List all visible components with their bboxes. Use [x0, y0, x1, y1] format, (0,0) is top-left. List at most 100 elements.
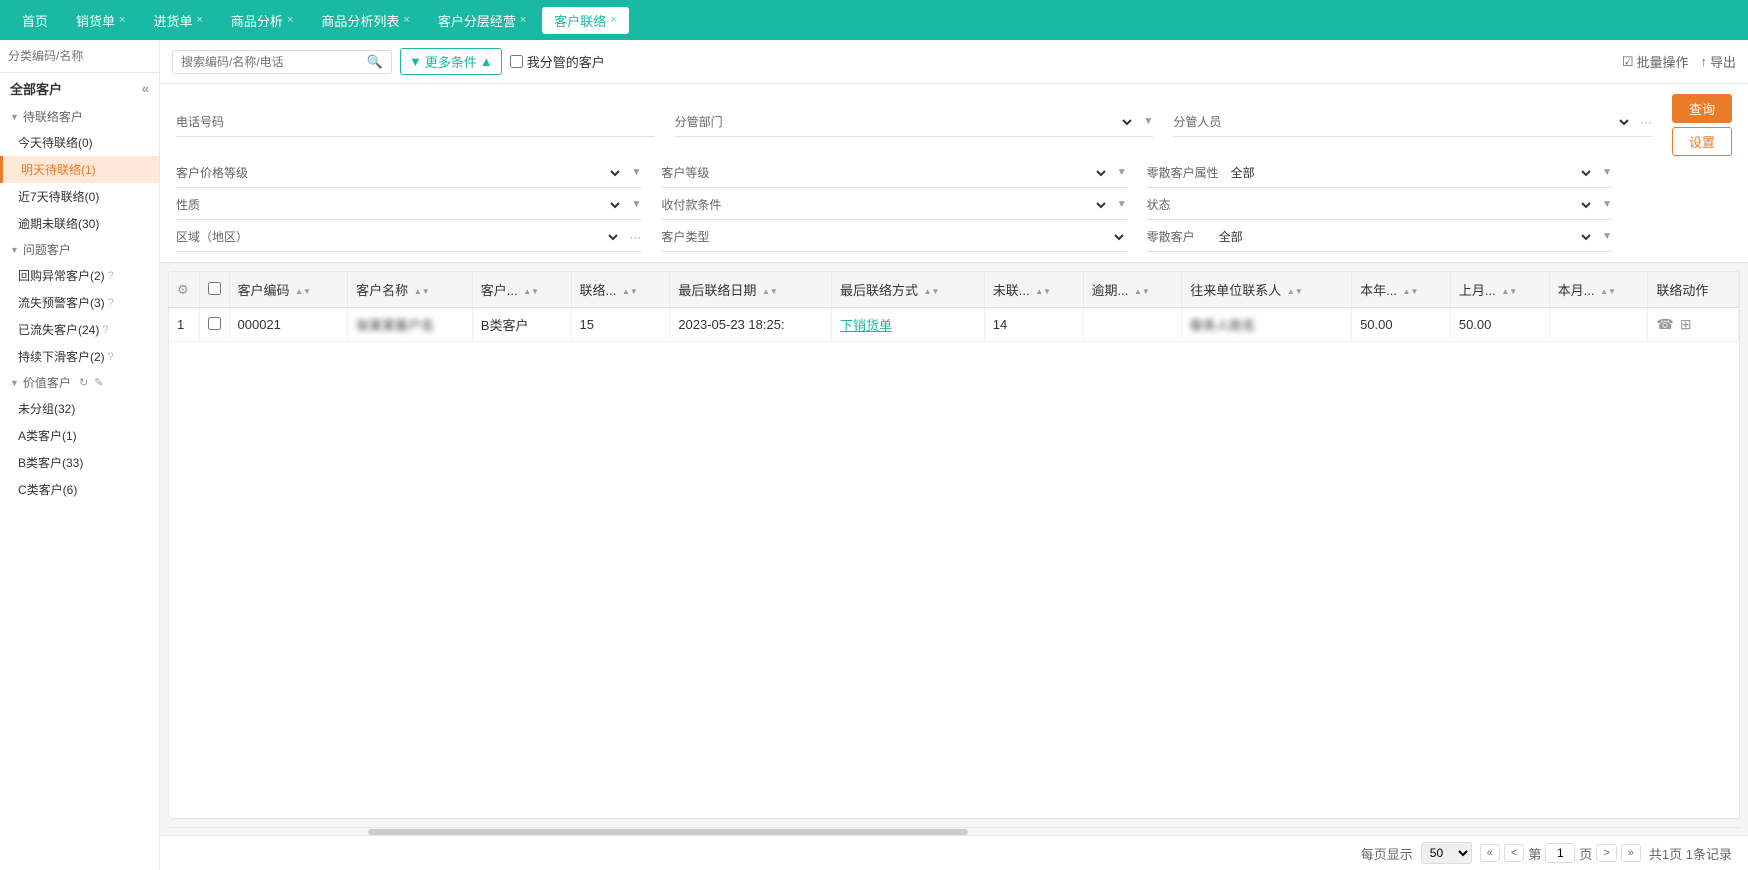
sidebar-item-tomorrow-contact[interactable]: 明天待联络(1): [0, 156, 159, 183]
sidebar-item-7day-contact[interactable]: 近7天待联络(0): [0, 183, 159, 210]
col-checkbox: [199, 272, 229, 308]
filter-retail-attr: 零散客户属性 全部 ▼: [1147, 164, 1612, 188]
cell-overdue: [1083, 308, 1182, 342]
my-customers-checkbox-label[interactable]: 我分管的客户: [510, 52, 605, 71]
sidebar-item-class-a[interactable]: A类客户(1): [0, 422, 159, 449]
nav-customer-tier[interactable]: 客户分层经营 ×: [426, 7, 538, 34]
filter-customer-level: 客户等级 ▼: [661, 164, 1126, 188]
sidebar: 🔍 全部客户 « 待联络客户 今天待联络(0) 明天待联络(1) 近7天待联络(…: [0, 40, 160, 870]
sort-icon[interactable]: ▲▼: [1287, 287, 1303, 296]
sidebar-item-ungrouped[interactable]: 未分组(32): [0, 395, 159, 422]
sidebar-item-overdue-contact[interactable]: 逾期未联络(30): [0, 210, 159, 237]
filter-retail-attr-select[interactable]: 全部: [1227, 165, 1594, 181]
sort-icon[interactable]: ▲▼: [1403, 287, 1419, 296]
col-this-year: 本年... ▲▼: [1352, 272, 1451, 308]
scrollbar-thumb[interactable]: [368, 829, 968, 835]
prev-page-button[interactable]: <: [1504, 844, 1524, 862]
filter-phone-input[interactable]: [244, 115, 655, 129]
sidebar-item-class-c[interactable]: C类客户(6): [0, 476, 159, 503]
filter-customer-type: 客户类型: [661, 228, 1126, 252]
sort-icon[interactable]: ▲▼: [1501, 287, 1517, 296]
sort-icon[interactable]: ▲▼: [622, 287, 638, 296]
nav-product-analysis-list[interactable]: 商品分析列表 ×: [309, 7, 421, 34]
gear-icon[interactable]: ⚙: [177, 282, 189, 297]
filter-nature-label: 性质: [176, 196, 236, 213]
filter-payment-select[interactable]: [729, 197, 1108, 213]
filter-status-select[interactable]: [1215, 197, 1594, 213]
query-button[interactable]: 查询: [1672, 94, 1732, 123]
sidebar-search-input[interactable]: [8, 49, 160, 63]
sort-icon[interactable]: ▲▼: [523, 287, 539, 296]
close-icon[interactable]: ×: [520, 14, 526, 26]
sort-icon[interactable]: ▲▼: [1600, 287, 1616, 296]
col-contact-count: 联络... ▲▼: [571, 272, 670, 308]
last-page-button[interactable]: »: [1621, 844, 1641, 862]
select-all-checkbox[interactable]: [208, 282, 221, 295]
search-icon[interactable]: 🔍: [367, 54, 383, 70]
sort-icon[interactable]: ▲▼: [1134, 287, 1150, 296]
help-icon: ?: [108, 297, 114, 309]
filter-retail-customer-select[interactable]: 全部: [1215, 229, 1594, 245]
filter-payment-label: 收付款条件: [661, 196, 721, 213]
more-icon[interactable]: ···: [1640, 115, 1652, 129]
filter-customer-level-select[interactable]: [729, 165, 1108, 181]
filter-dept: 分管部门 ▼: [675, 113, 1154, 137]
grid-icon[interactable]: ⊞: [1680, 316, 1692, 333]
sidebar-item-churn-warning[interactable]: 流失预警客户(3) ?: [0, 289, 159, 316]
sort-icon[interactable]: ▲▼: [414, 287, 430, 296]
filter-person-select[interactable]: [1241, 114, 1632, 130]
per-page-select[interactable]: 50 100: [1421, 842, 1472, 864]
col-last-contact-date: 最后联络日期 ▲▼: [670, 272, 832, 308]
filter-region-label: 区域（地区）: [176, 228, 248, 245]
filter-phone-label: 电话号码: [176, 113, 236, 130]
sidebar-item-declining[interactable]: 持续下滑客户(2) ?: [0, 343, 159, 370]
sidebar-item-today-contact[interactable]: 今天待联络(0): [0, 129, 159, 156]
filter-action-buttons: 查询 设置: [1672, 94, 1732, 156]
close-icon[interactable]: ×: [119, 14, 125, 26]
filter-dept-select[interactable]: [743, 114, 1136, 130]
search-input[interactable]: [181, 55, 363, 69]
batch-ops-button[interactable]: ☑ 批量操作: [1622, 52, 1689, 71]
page-label: 第: [1528, 844, 1541, 863]
close-icon[interactable]: ×: [287, 14, 293, 26]
my-customers-checkbox[interactable]: [510, 55, 523, 68]
filter-price-level-select[interactable]: [256, 165, 623, 181]
sort-icon[interactable]: ▲▼: [295, 287, 311, 296]
contact-method-link[interactable]: 下销货单: [840, 318, 892, 333]
first-page-button[interactable]: «: [1480, 844, 1500, 862]
page-suffix: 页: [1579, 844, 1592, 863]
sidebar-item-churned[interactable]: 已流失客户(24) ?: [0, 316, 159, 343]
filter-nature-select[interactable]: [244, 197, 623, 213]
filter-customer-type-select[interactable]: [729, 229, 1126, 245]
chevron-down-icon: ▼: [631, 167, 641, 178]
nav-purchase-order[interactable]: 进货单 ×: [141, 7, 214, 34]
horizontal-scrollbar[interactable]: [168, 827, 1740, 835]
close-icon[interactable]: ×: [196, 14, 202, 26]
more-conditions-button[interactable]: ▼ 更多条件 ▲: [400, 48, 502, 75]
col-this-month: 本月... ▲▼: [1549, 272, 1648, 308]
chevron-down-icon: ▼: [1602, 199, 1612, 210]
collapse-icon[interactable]: «: [142, 81, 149, 96]
phone-icon[interactable]: ☎: [1656, 316, 1673, 333]
filter-region-select[interactable]: [256, 229, 621, 245]
sidebar-item-class-b[interactable]: B类客户(33): [0, 449, 159, 476]
nav-customer-contact[interactable]: 客户联络 ×: [542, 7, 628, 34]
close-icon[interactable]: ×: [403, 14, 409, 26]
chevron-down-icon: ▼: [1602, 231, 1612, 242]
col-no-contact: 未联... ▲▼: [984, 272, 1083, 308]
settings-button[interactable]: 设置: [1672, 127, 1732, 156]
nav-product-analysis[interactable]: 商品分析 ×: [219, 7, 305, 34]
sort-icon[interactable]: ▲▼: [762, 287, 778, 296]
close-icon[interactable]: ×: [610, 14, 616, 26]
sort-icon[interactable]: ▲▼: [1035, 287, 1051, 296]
sort-icon[interactable]: ▲▼: [924, 287, 940, 296]
next-page-button[interactable]: >: [1596, 844, 1616, 862]
all-customers-header[interactable]: 全部客户 «: [0, 73, 159, 104]
nav-home[interactable]: 首页: [10, 7, 60, 34]
more-icon[interactable]: ···: [629, 230, 641, 244]
sidebar-item-repurchase-abnormal[interactable]: 回购异常客户(2) ?: [0, 262, 159, 289]
export-button[interactable]: ↑ 导出: [1700, 52, 1736, 71]
nav-sales-order[interactable]: 销货单 ×: [64, 7, 137, 34]
page-input[interactable]: [1545, 843, 1575, 863]
row-checkbox[interactable]: [208, 317, 221, 330]
